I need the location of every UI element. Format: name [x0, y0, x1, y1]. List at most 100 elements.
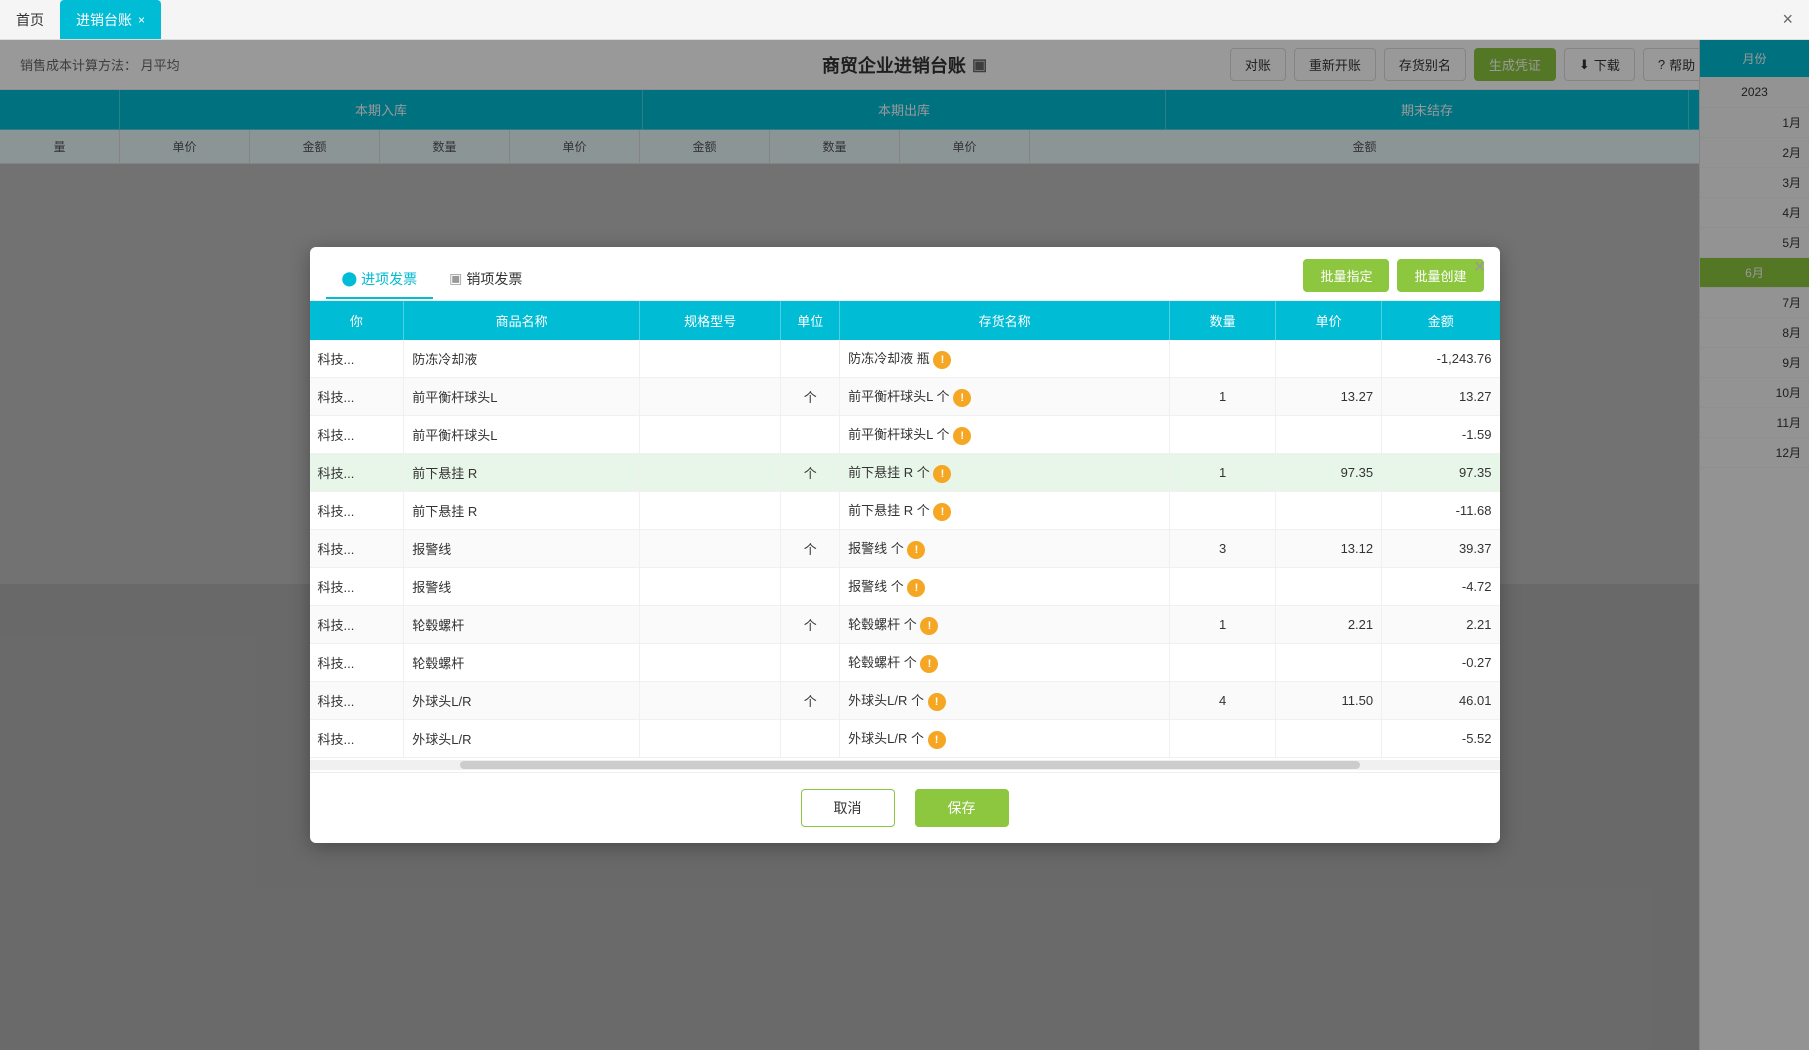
- table-cell: 97.35: [1382, 454, 1500, 492]
- table-row[interactable]: 科技...前下悬挂 R前下悬挂 R 个 !-11.68: [310, 492, 1500, 530]
- inventory-name-text: 轮毂螺杆 个: [848, 617, 917, 632]
- table-cell: 个: [781, 682, 840, 720]
- table-cell: [639, 492, 780, 530]
- save-button[interactable]: 保存: [915, 789, 1009, 827]
- table-cell: 1: [1170, 606, 1276, 644]
- batch-create-button[interactable]: 批量创建: [1397, 259, 1483, 292]
- table-cell: 前下悬挂 R: [404, 454, 640, 492]
- table-row[interactable]: 科技...前下悬挂 R个前下悬挂 R 个 !197.3597.35: [310, 454, 1500, 492]
- warn-icon: !: [928, 731, 946, 749]
- table-cell: 科技...: [310, 682, 404, 720]
- table-cell: [1276, 340, 1382, 378]
- table-cell: -5.52: [1382, 720, 1500, 758]
- inventory-name-text: 报警线 个: [848, 579, 904, 594]
- table-cell: 3: [1170, 530, 1276, 568]
- table-cell: 97.35: [1276, 454, 1382, 492]
- warn-icon: !: [933, 465, 951, 483]
- inventory-name-text: 外球头L/R 个: [848, 731, 924, 746]
- table-row[interactable]: 科技...轮毂螺杆轮毂螺杆 个 !-0.27: [310, 644, 1500, 682]
- table-cell: 前平衡杆球头L 个 !: [840, 378, 1170, 416]
- table-cell: 科技...: [310, 416, 404, 454]
- warn-icon: !: [920, 617, 938, 635]
- table-header-row: 你 商品名称 规格型号 单位 存货名称 数量 单价 金额: [310, 301, 1500, 340]
- table-cell: -11.68: [1382, 492, 1500, 530]
- warn-icon: !: [907, 579, 925, 597]
- table-cell: [639, 568, 780, 606]
- table-cell: 科技...: [310, 720, 404, 758]
- inventory-name-text: 报警线 个: [848, 541, 904, 556]
- table-cell: [1276, 644, 1382, 682]
- warn-icon: !: [907, 541, 925, 559]
- table-cell: 外球头L/R 个 !: [840, 720, 1170, 758]
- modal-table: 你 商品名称 规格型号 单位 存货名称 数量 单价 金额 科技...防: [310, 301, 1500, 758]
- th-price: 单价: [1276, 301, 1382, 340]
- table-cell: 科技...: [310, 644, 404, 682]
- table-cell: 前平衡杆球头L: [404, 378, 640, 416]
- table-cell: -0.27: [1382, 644, 1500, 682]
- table-cell: 4: [1170, 682, 1276, 720]
- table-cell: 科技...: [310, 530, 404, 568]
- tab-incoming-invoice[interactable]: ⬤ 进项发票: [326, 261, 434, 299]
- table-cell: 科技...: [310, 340, 404, 378]
- horizontal-scrollbar[interactable]: [310, 760, 1500, 770]
- table-cell: 13.27: [1382, 378, 1500, 416]
- table-cell: [781, 340, 840, 378]
- table-cell: [639, 378, 780, 416]
- tab-outgoing-invoice[interactable]: ▣ 销项发票: [433, 261, 538, 299]
- top-bar: 首页 进销台账 × ×: [0, 0, 1809, 40]
- table-cell: [639, 416, 780, 454]
- table-cell: [1170, 416, 1276, 454]
- table-cell: 个: [781, 454, 840, 492]
- table-cell: 个: [781, 530, 840, 568]
- table-row[interactable]: 科技...外球头L/R外球头L/R 个 !-5.52: [310, 720, 1500, 758]
- table-row[interactable]: 科技...报警线报警线 个 !-4.72: [310, 568, 1500, 606]
- table-cell: 2.21: [1382, 606, 1500, 644]
- table-cell: [639, 454, 780, 492]
- table-cell: 个: [781, 606, 840, 644]
- th-inventory-name: 存货名称: [840, 301, 1170, 340]
- cancel-button[interactable]: 取消: [801, 789, 895, 827]
- table-row[interactable]: 科技...轮毂螺杆个轮毂螺杆 个 !12.212.21: [310, 606, 1500, 644]
- modal-close-button[interactable]: ×: [1474, 257, 1486, 277]
- table-cell: [639, 606, 780, 644]
- table-cell: 外球头L/R 个 !: [840, 682, 1170, 720]
- table-cell: [1170, 340, 1276, 378]
- scrollbar-thumb[interactable]: [460, 761, 1360, 769]
- table-cell: 39.37: [1382, 530, 1500, 568]
- warn-icon: !: [953, 427, 971, 445]
- warn-icon: !: [920, 655, 938, 673]
- table-cell: 防冻冷却液: [404, 340, 640, 378]
- table-cell: 轮毂螺杆: [404, 606, 640, 644]
- table-row[interactable]: 科技...防冻冷却液防冻冷却液 瓶 !-1,243.76: [310, 340, 1500, 378]
- table-cell: 个: [781, 378, 840, 416]
- modal-overlay: ⬤ 进项发票 ▣ 销项发票 批量指定 批量创建 ×: [0, 40, 1809, 1050]
- table-cell: [1276, 416, 1382, 454]
- window-close-button[interactable]: ×: [1766, 0, 1809, 39]
- table-row[interactable]: 科技...外球头L/R个外球头L/R 个 !411.5046.01: [310, 682, 1500, 720]
- tab-active[interactable]: 进销台账 ×: [60, 0, 161, 39]
- table-row[interactable]: 科技...报警线个报警线 个 !313.1239.37: [310, 530, 1500, 568]
- table-cell: [781, 568, 840, 606]
- page-layout: 销售成本计算方法： 月平均 商贸企业进销台账 ▣ 对账 重新开账 存货别名 生成…: [0, 40, 1809, 1050]
- table-cell: 2.21: [1276, 606, 1382, 644]
- table-cell: -4.72: [1382, 568, 1500, 606]
- table-cell: 1: [1170, 378, 1276, 416]
- table-cell: [1170, 492, 1276, 530]
- batch-assign-button[interactable]: 批量指定: [1303, 259, 1389, 292]
- modal-header: ⬤ 进项发票 ▣ 销项发票 批量指定 批量创建 ×: [310, 247, 1500, 301]
- table-row[interactable]: 科技...前平衡杆球头L个前平衡杆球头L 个 !113.2713.27: [310, 378, 1500, 416]
- incoming-tab-icon: ⬤: [342, 270, 358, 287]
- table-cell: 13.27: [1276, 378, 1382, 416]
- warn-icon: !: [933, 503, 951, 521]
- tab-close-icon[interactable]: ×: [138, 13, 145, 27]
- table-cell: 11.50: [1276, 682, 1382, 720]
- table-cell: [781, 720, 840, 758]
- warn-icon: !: [933, 351, 951, 369]
- table-cell: [1170, 644, 1276, 682]
- table-cell: 报警线: [404, 530, 640, 568]
- table-cell: [781, 492, 840, 530]
- inventory-name-text: 前平衡杆球头L 个: [848, 427, 949, 442]
- tab-home[interactable]: 首页: [0, 0, 60, 39]
- th-amount: 金额: [1382, 301, 1500, 340]
- table-row[interactable]: 科技...前平衡杆球头L前平衡杆球头L 个 !-1.59: [310, 416, 1500, 454]
